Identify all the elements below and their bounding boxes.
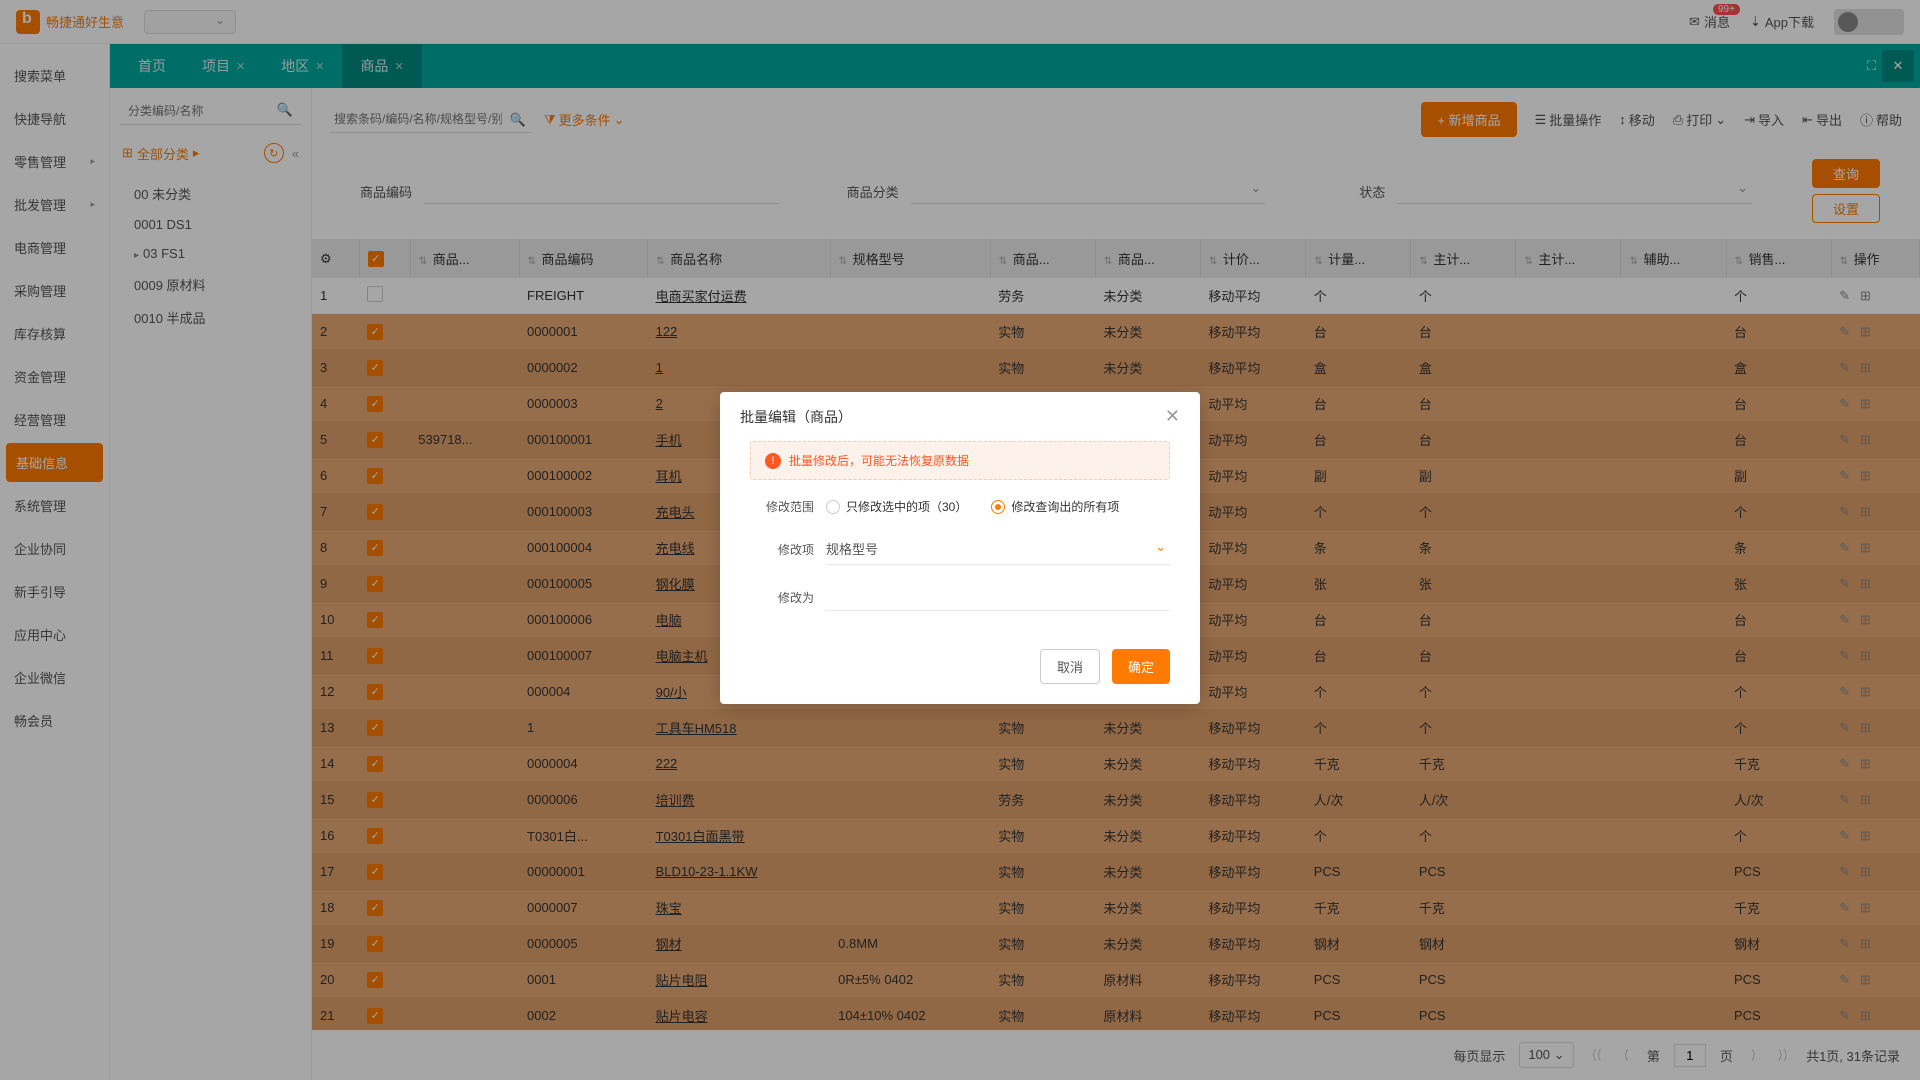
- chevron-down-icon: ⌄: [1155, 539, 1166, 555]
- scope-radio-group: 只修改选中的项（30） 修改查询出的所有项: [826, 498, 1119, 515]
- field-label: 修改项: [750, 541, 814, 558]
- scope-label: 修改范围: [750, 498, 814, 515]
- value-row: 修改为: [750, 583, 1170, 611]
- scope-selected-radio[interactable]: 只修改选中的项（30）: [826, 498, 967, 515]
- modal-close-button[interactable]: ✕: [1165, 406, 1180, 427]
- scope-all-radio[interactable]: 修改查询出的所有项: [991, 498, 1119, 515]
- warning-icon: !: [765, 453, 781, 469]
- confirm-button[interactable]: 确定: [1112, 649, 1170, 684]
- radio-icon: [826, 500, 840, 514]
- batch-edit-modal: 批量编辑（商品） ✕ ! 批量修改后，可能无法恢复原数据 修改范围 只修改选中的…: [720, 392, 1200, 704]
- cancel-button[interactable]: 取消: [1040, 649, 1100, 684]
- scope-row: 修改范围 只修改选中的项（30） 修改查询出的所有项: [750, 498, 1170, 515]
- warning-box: ! 批量修改后，可能无法恢复原数据: [750, 441, 1170, 480]
- warning-text: 批量修改后，可能无法恢复原数据: [789, 452, 969, 469]
- value-label: 修改为: [750, 589, 814, 606]
- radio-icon: [991, 500, 1005, 514]
- modal-header: 批量编辑（商品） ✕: [720, 392, 1200, 441]
- field-row: 修改项 规格型号 ⌄: [750, 533, 1170, 565]
- field-select[interactable]: 规格型号 ⌄: [826, 533, 1170, 565]
- modal-body: ! 批量修改后，可能无法恢复原数据 修改范围 只修改选中的项（30） 修改查询出…: [720, 441, 1200, 649]
- modal-footer: 取消 确定: [720, 649, 1200, 704]
- modal-title: 批量编辑（商品）: [740, 407, 852, 427]
- value-input[interactable]: [826, 583, 1170, 611]
